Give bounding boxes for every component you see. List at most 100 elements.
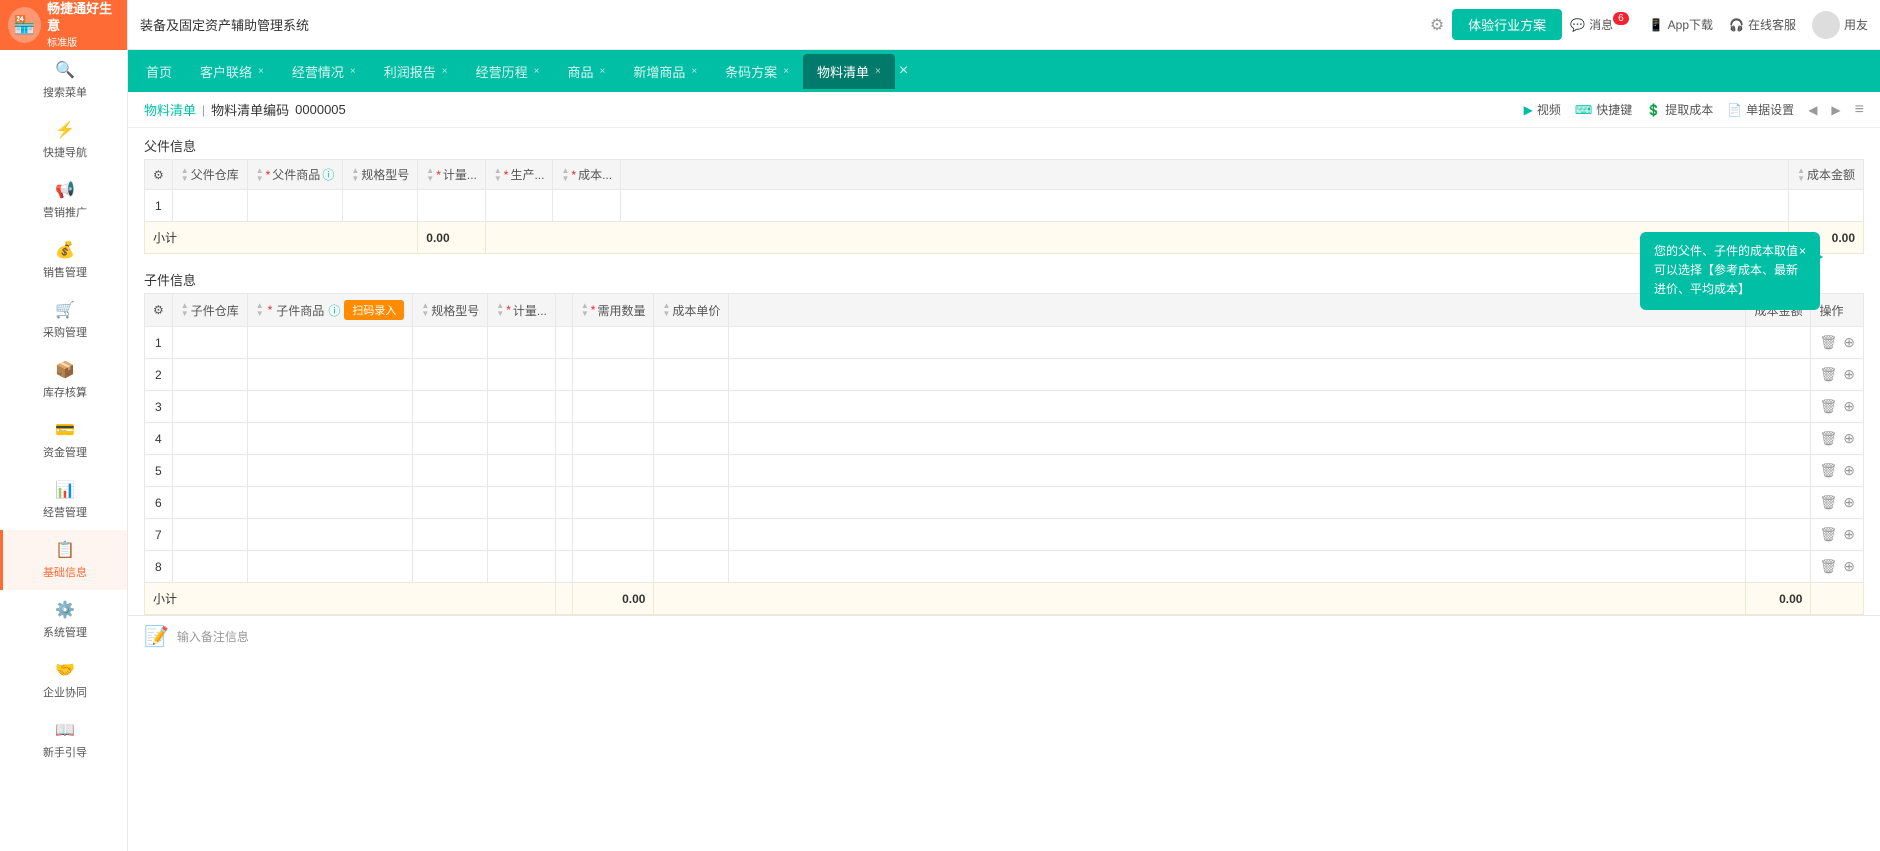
child-spec-cell[interactable]: [413, 455, 488, 487]
delete-icon[interactable]: 🗑: [1819, 398, 1837, 415]
child-spec-cell[interactable]: [413, 391, 488, 423]
tab-close-icon[interactable]: ×: [599, 66, 605, 77]
online-service-button[interactable]: 🎧 在线客服: [1729, 16, 1796, 33]
child-unit-cell[interactable]: [488, 455, 556, 487]
sidebar-item-system[interactable]: ⚙️ 系统管理: [0, 590, 127, 650]
sidebar-item-purchase[interactable]: 🛒 采购管理: [0, 290, 127, 350]
child-warehouse-cell[interactable]: [172, 487, 247, 519]
tab-product[interactable]: 商品 ×: [553, 54, 619, 89]
tab-close-icon[interactable]: ×: [875, 66, 881, 77]
copy-icon[interactable]: ⊕: [1843, 398, 1855, 415]
child-price-cell[interactable]: [654, 423, 729, 455]
app-download-button[interactable]: 📱 App下载: [1649, 16, 1713, 33]
child-unit-cell[interactable]: [488, 487, 556, 519]
child-unit-cell[interactable]: [488, 519, 556, 551]
sidebar-item-quick-nav[interactable]: ⚡ 快捷导航: [0, 110, 127, 170]
child-product-cell[interactable]: [247, 359, 413, 391]
child-price-cell[interactable]: [654, 391, 729, 423]
delete-icon[interactable]: 🗑: [1819, 462, 1837, 479]
close-all-tabs-button[interactable]: ×: [899, 62, 908, 80]
copy-icon[interactable]: ⊕: [1843, 334, 1855, 351]
child-qty-cell[interactable]: [572, 487, 654, 519]
sidebar-item-basic-info[interactable]: 📋 基础信息: [0, 530, 127, 590]
copy-icon[interactable]: ⊕: [1843, 462, 1855, 479]
user-avatar[interactable]: 用友: [1812, 11, 1868, 39]
delete-icon[interactable]: 🗑: [1819, 558, 1837, 575]
tab-close-icon[interactable]: ×: [691, 66, 697, 77]
tab-new-product[interactable]: 新增商品 ×: [619, 54, 711, 89]
delete-icon[interactable]: 🗑: [1819, 334, 1837, 351]
sidebar-item-inventory[interactable]: 📦 库存核算: [0, 350, 127, 410]
message-button[interactable]: 💬 消息 6: [1570, 16, 1633, 33]
delete-icon[interactable]: 🗑: [1819, 494, 1837, 511]
sidebar-item-search[interactable]: 🔍 搜索菜单: [0, 50, 127, 110]
delete-icon[interactable]: 🗑: [1819, 430, 1837, 447]
tab-close-icon[interactable]: ×: [534, 66, 540, 77]
child-product-cell[interactable]: [247, 487, 413, 519]
child-spec-cell[interactable]: [413, 487, 488, 519]
child-product-cell[interactable]: [247, 519, 413, 551]
copy-icon[interactable]: ⊕: [1843, 526, 1855, 543]
copy-icon[interactable]: ⊕: [1843, 558, 1855, 575]
sidebar-item-enterprise[interactable]: 🤝 企业协同: [0, 650, 127, 710]
nav-next-icon[interactable]: ▶: [1831, 103, 1840, 117]
trial-button[interactable]: 体验行业方案: [1452, 9, 1562, 40]
child-spec-cell[interactable]: [413, 519, 488, 551]
parent-product-cell[interactable]: [247, 190, 343, 222]
child-price-cell[interactable]: [654, 455, 729, 487]
child-product-cell[interactable]: [247, 423, 413, 455]
child-warehouse-cell[interactable]: [172, 327, 247, 359]
child-price-cell[interactable]: [654, 487, 729, 519]
child-spec-cell[interactable]: [413, 359, 488, 391]
th-parent-settings[interactable]: ⚙: [145, 160, 173, 190]
tab-history[interactable]: 经营历程 ×: [462, 54, 554, 89]
tab-operations[interactable]: 经营情况 ×: [278, 54, 370, 89]
nav-prev-icon[interactable]: ◀: [1808, 103, 1817, 117]
child-qty-cell[interactable]: [572, 519, 654, 551]
parent-produce-cell[interactable]: [485, 190, 553, 222]
tab-barcode[interactable]: 条码方案 ×: [711, 54, 803, 89]
child-product-cell[interactable]: [247, 551, 413, 583]
copy-icon[interactable]: ⊕: [1843, 430, 1855, 447]
child-qty-cell[interactable]: [572, 423, 654, 455]
tab-customer[interactable]: 客户联络 ×: [186, 54, 278, 89]
parent-unit-cell[interactable]: [418, 190, 486, 222]
copy-icon[interactable]: ⊕: [1843, 494, 1855, 511]
tab-close-icon[interactable]: ×: [258, 66, 264, 77]
parent-cost-cell[interactable]: [553, 190, 621, 222]
child-qty-cell[interactable]: [572, 327, 654, 359]
child-qty-cell[interactable]: [572, 391, 654, 423]
child-unit-cell[interactable]: [488, 551, 556, 583]
tab-home[interactable]: 首页: [132, 54, 186, 89]
child-qty-cell[interactable]: [572, 455, 654, 487]
delete-icon[interactable]: 🗑: [1819, 366, 1837, 383]
video-button[interactable]: ▶ 视频: [1524, 101, 1561, 118]
tab-close-icon[interactable]: ×: [350, 66, 356, 77]
sidebar-item-sales[interactable]: 💰 销售管理: [0, 230, 127, 290]
child-unit-cell[interactable]: [488, 327, 556, 359]
sidebar-item-operations[interactable]: 📊 经营管理: [0, 470, 127, 530]
tab-close-icon[interactable]: ×: [442, 66, 448, 77]
child-warehouse-cell[interactable]: [172, 423, 247, 455]
menu-icon[interactable]: ≡: [1855, 101, 1864, 119]
child-qty-cell[interactable]: [572, 551, 654, 583]
topbar-settings-icon[interactable]: ⚙: [1430, 15, 1444, 35]
sidebar-item-marketing[interactable]: 📢 营销推广: [0, 170, 127, 230]
child-price-cell[interactable]: [654, 551, 729, 583]
sidebar-item-finance[interactable]: 💳 资金管理: [0, 410, 127, 470]
child-spec-cell[interactable]: [413, 327, 488, 359]
scan-button[interactable]: 扫码录入: [344, 300, 404, 320]
tab-bom[interactable]: 物料清单 ×: [803, 54, 895, 89]
child-unit-cell[interactable]: [488, 391, 556, 423]
child-qty-cell[interactable]: [572, 359, 654, 391]
delete-icon[interactable]: 🗑: [1819, 526, 1837, 543]
tooltip-close-button[interactable]: ×: [1799, 242, 1806, 261]
child-unit-cell[interactable]: [488, 423, 556, 455]
child-warehouse-cell[interactable]: [172, 391, 247, 423]
sidebar-item-guide[interactable]: 📖 新手引导: [0, 710, 127, 770]
shortcut-button[interactable]: ⌨ 快捷键: [1575, 101, 1632, 118]
child-warehouse-cell[interactable]: [172, 519, 247, 551]
child-product-cell[interactable]: [247, 455, 413, 487]
tab-profit[interactable]: 利润报告 ×: [370, 54, 462, 89]
breadcrumb-parent[interactable]: 物料清单: [144, 100, 196, 119]
